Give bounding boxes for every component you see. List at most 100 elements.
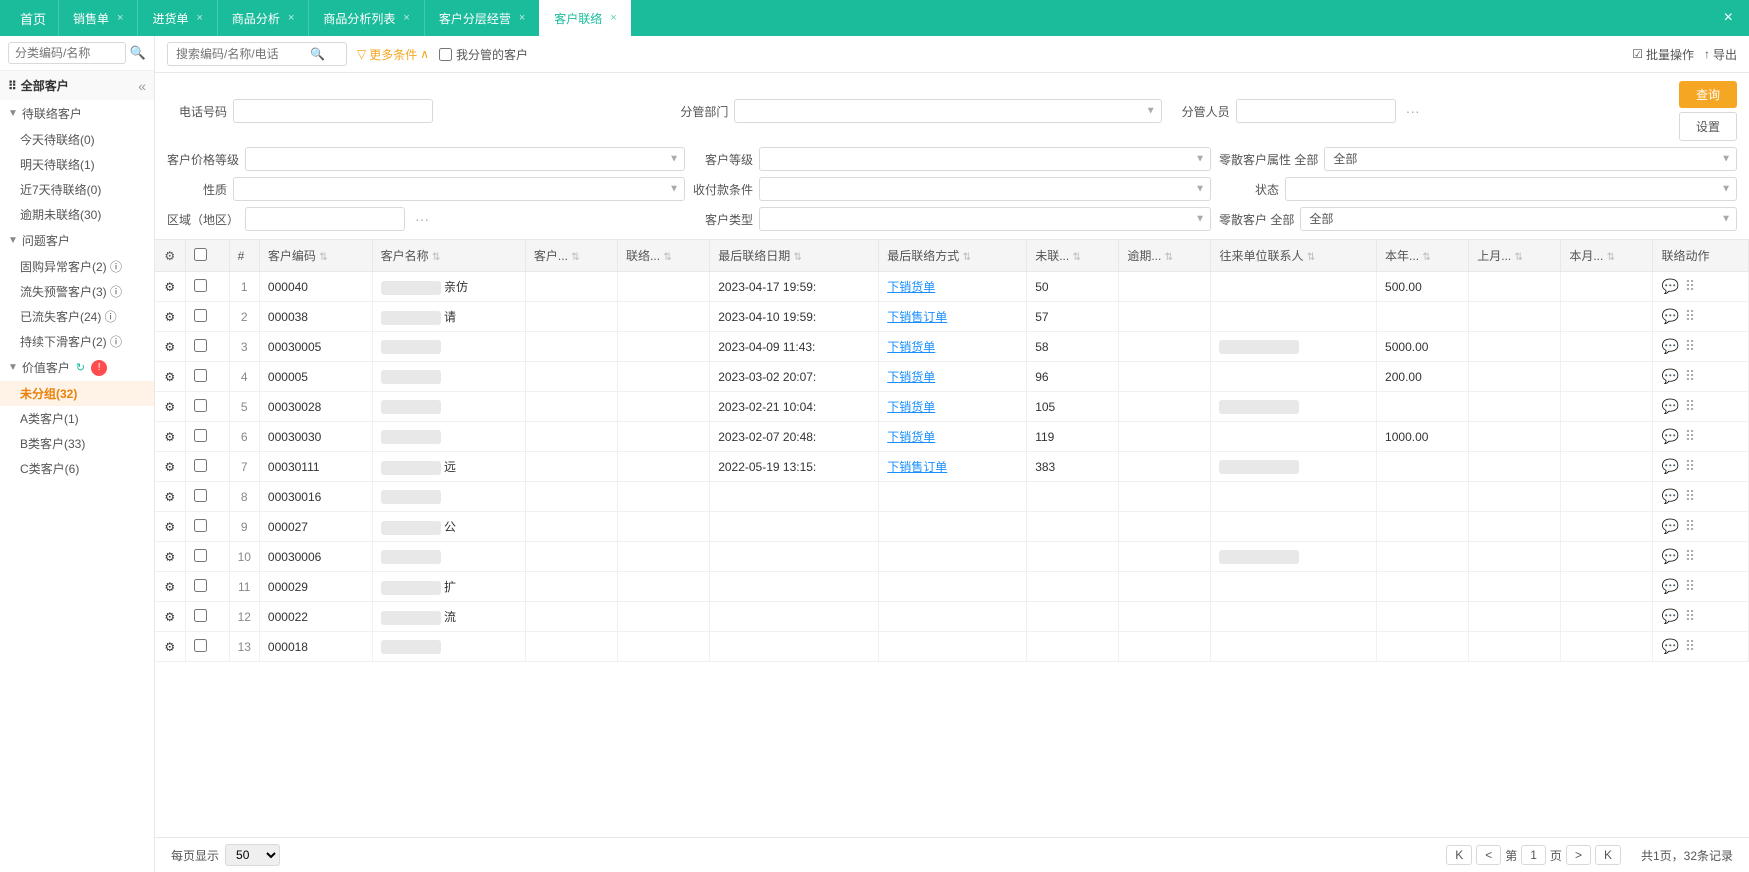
price-level-select[interactable] bbox=[245, 147, 685, 171]
row-settings[interactable]: ⚙ bbox=[155, 512, 185, 542]
row-settings[interactable]: ⚙ bbox=[155, 572, 185, 602]
manager-input[interactable] bbox=[1236, 99, 1396, 123]
last-month-col-header[interactable]: 上月... ⇅ bbox=[1469, 240, 1561, 272]
contact-icon[interactable]: 💬 bbox=[1661, 608, 1678, 625]
row-checkbox[interactable] bbox=[185, 572, 229, 602]
sidebar-collapse-btn[interactable]: « bbox=[138, 78, 146, 94]
nav-tab-sales[interactable]: 销售单 × bbox=[58, 0, 137, 36]
this-month-col-header[interactable]: 本月... ⇅ bbox=[1561, 240, 1653, 272]
row-settings[interactable]: ⚙ bbox=[155, 542, 185, 572]
more-action-icon[interactable]: ⠿ bbox=[1685, 518, 1695, 535]
nav-tab-customer-tier[interactable]: 客户分层经营 × bbox=[424, 0, 539, 36]
tree-group-value-header[interactable]: ▼ 价值客户 ↻ ! bbox=[0, 354, 154, 381]
close-customer-tier-tab[interactable]: × bbox=[519, 12, 525, 24]
row-checkbox[interactable] bbox=[185, 362, 229, 392]
row-last-contact-method[interactable]: 下销货单 bbox=[879, 272, 1027, 302]
search-input[interactable] bbox=[176, 47, 306, 61]
sidebar-item-overdue[interactable]: 逾期未联络(30) bbox=[0, 202, 154, 227]
more-action-icon[interactable]: ⠿ bbox=[1685, 458, 1695, 475]
row-select-checkbox[interactable] bbox=[194, 369, 207, 382]
row-last-contact-method[interactable]: 下销货单 bbox=[879, 392, 1027, 422]
refresh-icon[interactable]: ↻ bbox=[76, 361, 85, 374]
sidebar-item-today[interactable]: 今天待联络(0) bbox=[0, 127, 154, 152]
row-settings[interactable]: ⚙ bbox=[155, 482, 185, 512]
nav-tab-analysis-list[interactable]: 商品分析列表 × bbox=[308, 0, 423, 36]
settings-col-header[interactable]: ⚙ bbox=[155, 240, 185, 272]
code-col-header[interactable]: 客户编码 ⇅ bbox=[259, 240, 372, 272]
region-input[interactable] bbox=[245, 207, 405, 231]
scatter-attr-select[interactable]: 全部 bbox=[1324, 147, 1737, 171]
contact-icon[interactable]: 💬 bbox=[1661, 308, 1678, 325]
dept-select[interactable] bbox=[734, 99, 1161, 123]
row-last-contact-method[interactable]: 下销货单 bbox=[879, 362, 1027, 392]
sidebar-item-class-c[interactable]: C类客户(6) bbox=[0, 456, 154, 481]
row-settings[interactable]: ⚙ bbox=[155, 452, 185, 482]
row-last-contact-method[interactable] bbox=[879, 572, 1027, 602]
row-select-checkbox[interactable] bbox=[194, 609, 207, 622]
more-action-icon[interactable]: ⠿ bbox=[1685, 488, 1695, 505]
row-last-contact-method[interactable] bbox=[879, 632, 1027, 662]
more-dots-icon[interactable]: ··· bbox=[1402, 103, 1424, 119]
more-action-icon[interactable]: ⠿ bbox=[1685, 338, 1695, 355]
row-last-contact-method[interactable] bbox=[879, 602, 1027, 632]
close-analysis-list-tab[interactable]: × bbox=[403, 12, 409, 24]
contact-icon[interactable]: 💬 bbox=[1661, 278, 1678, 295]
row-settings[interactable]: ⚙ bbox=[155, 272, 185, 302]
more-action-icon[interactable]: ⠿ bbox=[1685, 308, 1695, 325]
close-customer-contact-tab[interactable]: × bbox=[610, 12, 616, 24]
contact-icon[interactable]: 💬 bbox=[1661, 518, 1678, 535]
phone-input[interactable] bbox=[233, 99, 433, 123]
not-contacted-col-header[interactable]: 未联... ⇅ bbox=[1027, 240, 1119, 272]
status-select[interactable] bbox=[1285, 177, 1737, 201]
customer-type-select[interactable] bbox=[759, 207, 1211, 231]
contact-icon[interactable]: 💬 bbox=[1661, 428, 1678, 445]
window-close-button[interactable]: × bbox=[1716, 9, 1741, 27]
tree-group-pending-header[interactable]: ▼ 待联络客户 bbox=[0, 100, 154, 127]
row-checkbox[interactable] bbox=[185, 392, 229, 422]
nav-tab-analysis[interactable]: 商品分析 × bbox=[217, 0, 308, 36]
last-contact-method-col-header[interactable]: 最后联络方式 ⇅ bbox=[879, 240, 1027, 272]
tree-group-problem-header[interactable]: ▼ 问题客户 bbox=[0, 227, 154, 254]
row-checkbox[interactable] bbox=[185, 542, 229, 572]
row-last-contact-method[interactable]: 下销货单 bbox=[879, 422, 1027, 452]
row-select-checkbox[interactable] bbox=[194, 489, 207, 502]
nature-select[interactable] bbox=[233, 177, 685, 201]
row-checkbox[interactable] bbox=[185, 602, 229, 632]
row-last-contact-method[interactable]: 下销货单 bbox=[879, 332, 1027, 362]
contact-icon[interactable]: 💬 bbox=[1661, 398, 1678, 415]
first-page-btn[interactable]: K bbox=[1446, 845, 1472, 865]
more-action-icon[interactable]: ⠿ bbox=[1685, 548, 1695, 565]
this-year-col-header[interactable]: 本年... ⇅ bbox=[1377, 240, 1469, 272]
more-action-icon[interactable]: ⠿ bbox=[1685, 608, 1695, 625]
per-page-select[interactable]: 50 100 200 bbox=[225, 844, 280, 866]
row-settings[interactable]: ⚙ bbox=[155, 332, 185, 362]
row-select-checkbox[interactable] bbox=[194, 309, 207, 322]
contact-icon[interactable]: 💬 bbox=[1661, 638, 1678, 655]
row-checkbox[interactable] bbox=[185, 482, 229, 512]
more-action-icon[interactable]: ⠿ bbox=[1685, 398, 1695, 415]
overdue-col-header[interactable]: 逾期... ⇅ bbox=[1119, 240, 1211, 272]
close-analysis-tab[interactable]: × bbox=[288, 12, 294, 24]
type-col-header[interactable]: 客户... ⇅ bbox=[525, 240, 617, 272]
contact-icon[interactable]: 💬 bbox=[1661, 338, 1678, 355]
more-action-icon[interactable]: ⠿ bbox=[1685, 428, 1695, 445]
contact-col-header[interactable]: 联络... ⇅ bbox=[618, 240, 710, 272]
query-button[interactable]: 查询 bbox=[1679, 81, 1737, 108]
last-contact-date-col-header[interactable]: 最后联络日期 ⇅ bbox=[710, 240, 879, 272]
sidebar-item-churned[interactable]: 已流失客户(24) ⓘ bbox=[0, 304, 154, 329]
row-select-checkbox[interactable] bbox=[194, 279, 207, 292]
sidebar-item-class-b[interactable]: B类客户(33) bbox=[0, 431, 154, 456]
row-checkbox[interactable] bbox=[185, 452, 229, 482]
more-conditions-btn[interactable]: ▽ 更多条件 ∧ bbox=[357, 46, 429, 63]
nav-tab-customer-contact[interactable]: 客户联络 × bbox=[539, 0, 630, 36]
sidebar-item-abnormal[interactable]: 固购异常客户(2) ⓘ bbox=[0, 254, 154, 279]
row-settings[interactable]: ⚙ bbox=[155, 602, 185, 632]
sidebar-item-tomorrow[interactable]: 明天待联络(1) bbox=[0, 152, 154, 177]
contact-icon[interactable]: 💬 bbox=[1661, 548, 1678, 565]
row-last-contact-method[interactable]: 下销售订单 bbox=[879, 452, 1027, 482]
row-checkbox[interactable] bbox=[185, 632, 229, 662]
sidebar-item-ungrouped[interactable]: 未分组(32) bbox=[0, 381, 154, 406]
more-action-icon[interactable]: ⠿ bbox=[1685, 368, 1695, 385]
row-select-checkbox[interactable] bbox=[194, 519, 207, 532]
unit-contact-col-header[interactable]: 往来单位联系人 ⇅ bbox=[1211, 240, 1377, 272]
